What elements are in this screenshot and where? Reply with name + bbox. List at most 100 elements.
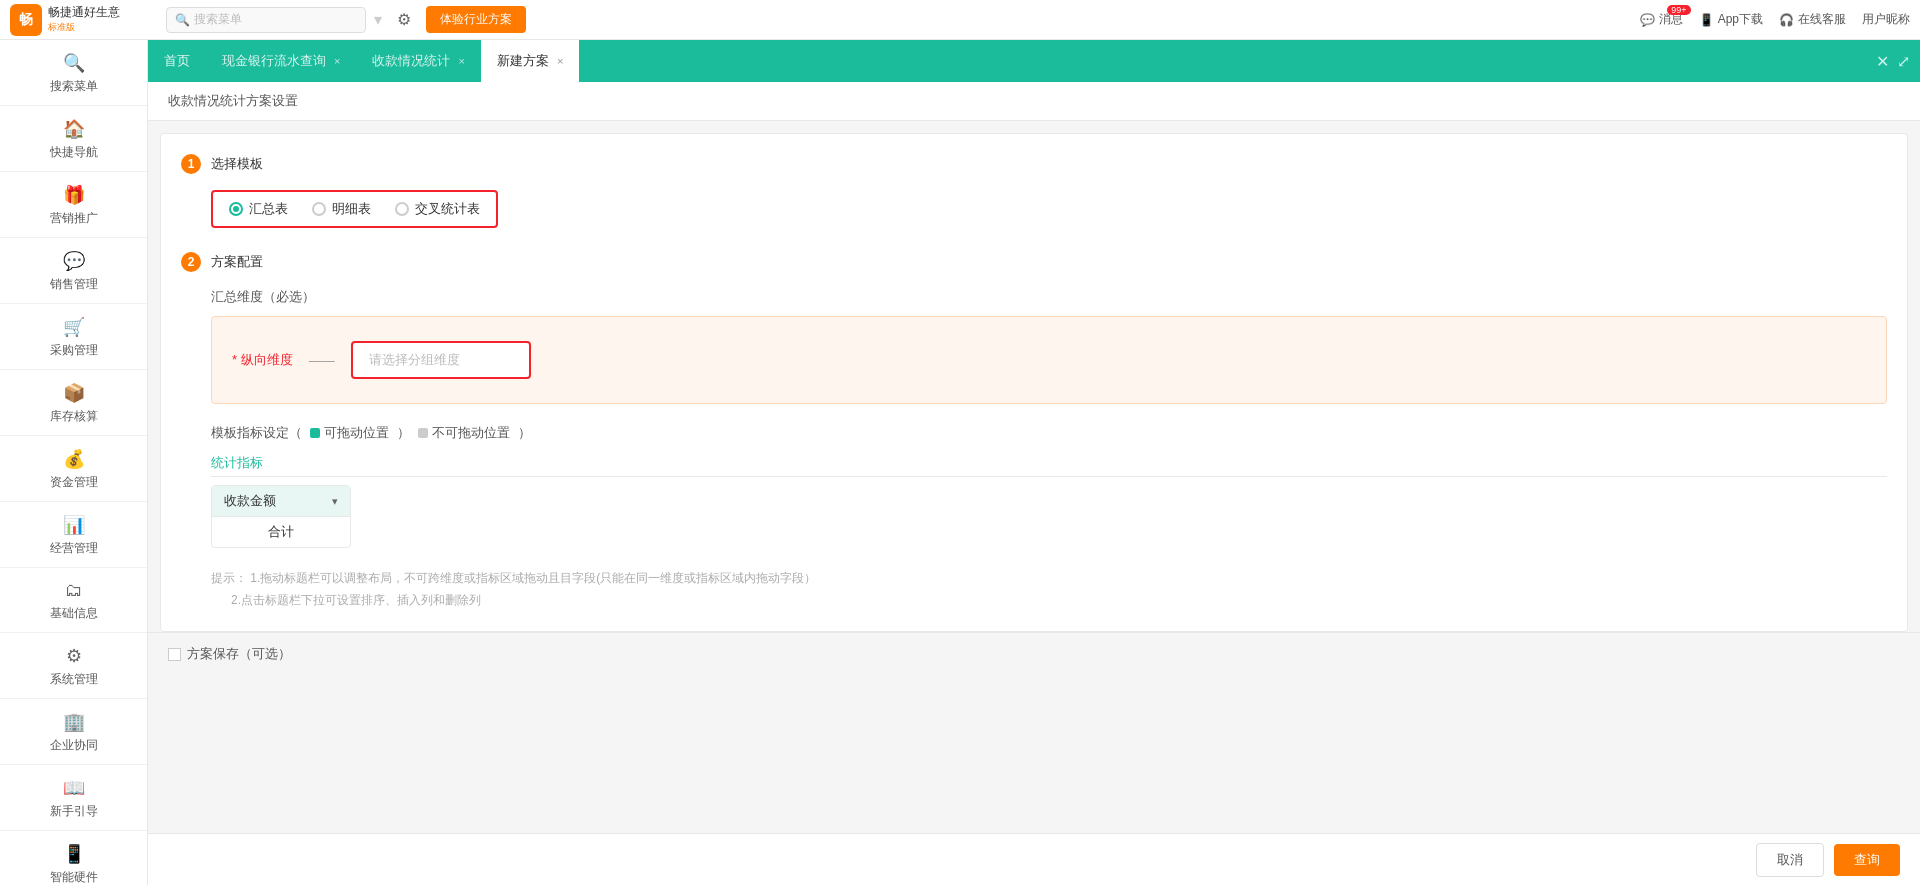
radio-cross-circle xyxy=(395,202,409,216)
sidebar-item-label: 采购管理 xyxy=(50,342,98,359)
indicator-section-label: 模板指标设定（ xyxy=(211,424,302,442)
bottom-bar: 取消 查询 xyxy=(148,833,1920,885)
gear-button[interactable]: ⚙ xyxy=(390,6,418,34)
message-icon: 💬 xyxy=(1640,13,1655,27)
sidebar-item-purchase[interactable]: 🛒 采购管理 xyxy=(0,304,147,370)
cart-icon: 🛒 xyxy=(63,316,85,338)
sidebar-item-label: 库存核算 xyxy=(50,408,98,425)
download-button[interactable]: 📱 App下载 xyxy=(1699,11,1763,28)
tab-bank-close[interactable]: × xyxy=(334,55,340,67)
sidebar: 🔍 搜索菜单 🏠 快捷导航 🎁 营销推广 💬 销售管理 🛒 采购管理 📦 库存核… xyxy=(0,40,148,885)
section2: 2 方案配置 汇总维度（必选） * 纵向维度 —— 请选择分组维度 xyxy=(181,252,1887,611)
sidebar-item-label: 资金管理 xyxy=(50,474,98,491)
indicator-header[interactable]: 收款金额 ▾ xyxy=(212,486,350,517)
sidebar-item-marketing[interactable]: 🎁 营销推广 xyxy=(0,172,147,238)
logo-edition: 标准版 xyxy=(48,21,120,34)
section1-header: 1 选择模板 xyxy=(181,154,1887,174)
draggable-dot xyxy=(310,428,320,438)
radio-summary-circle xyxy=(229,202,243,216)
message-button[interactable]: 💬 消息 99+ xyxy=(1640,11,1683,28)
cancel-button[interactable]: 取消 xyxy=(1756,843,1824,877)
dimension-group-label: 汇总维度（必选） xyxy=(211,288,1887,306)
section2-number: 2 xyxy=(181,252,201,272)
settings-container: 1 选择模板 汇总表 明细表 xyxy=(160,133,1908,632)
template-select-row: 汇总表 明细表 交叉统计表 xyxy=(211,190,498,228)
indicators-toggle: 模板指标设定（ 可拖动位置 ） 不可拖动位置 ） xyxy=(211,424,1887,442)
sidebar-item-label: 营销推广 xyxy=(50,210,98,227)
folder-icon: 🗂 xyxy=(65,580,83,601)
message-badge: 99+ xyxy=(1667,5,1690,15)
radio-summary-label: 汇总表 xyxy=(249,200,288,218)
tablet-icon: 📱 xyxy=(63,843,85,865)
search-placeholder: 搜索菜单 xyxy=(194,11,242,28)
sidebar-item-label: 新手引导 xyxy=(50,803,98,820)
sidebar-item-basics[interactable]: 🗂 基础信息 xyxy=(0,568,147,633)
sidebar-item-guide[interactable]: 📖 新手引导 xyxy=(0,765,147,831)
money-icon: 💰 xyxy=(63,448,85,470)
headset-icon: 🎧 xyxy=(1779,13,1794,27)
tab-bar-actions: ✕ ⤢ xyxy=(1866,52,1920,71)
save-checkbox[interactable] xyxy=(168,648,181,661)
non-draggable-label: 不可拖动位置 xyxy=(432,424,510,442)
search-bar[interactable]: 🔍 搜索菜单 xyxy=(166,7,366,33)
radio-summary[interactable]: 汇总表 xyxy=(229,200,288,218)
sidebar-item-label: 搜索菜单 xyxy=(50,78,98,95)
sidebar-item-hardware[interactable]: 📱 智能硬件 xyxy=(0,831,147,885)
tab-receipt[interactable]: 收款情况统计 × xyxy=(356,40,480,82)
search-dropdown-icon[interactable]: ▾ xyxy=(374,10,382,29)
section2-label: 方案配置 xyxy=(211,253,263,271)
sidebar-item-enterprise[interactable]: 🏢 企业协同 xyxy=(0,699,147,765)
sidebar-item-inventory[interactable]: 📦 库存核算 xyxy=(0,370,147,436)
trial-button[interactable]: 体验行业方案 xyxy=(426,6,526,33)
content-area: 首页 现金银行流水查询 × 收款情况统计 × 新建方案 × ✕ ⤢ 收款情况统计… xyxy=(148,40,1920,885)
draggable-option: 可拖动位置 xyxy=(310,424,389,442)
service-button[interactable]: 🎧 在线客服 xyxy=(1779,11,1846,28)
dimension-area: * 纵向维度 —— 请选择分组维度 xyxy=(211,316,1887,404)
indicator-chevron[interactable]: ▾ xyxy=(332,495,338,508)
sidebar-item-search[interactable]: 🔍 搜索菜单 xyxy=(0,40,147,106)
system-icon: ⚙ xyxy=(66,645,82,667)
sidebar-item-label: 经营管理 xyxy=(50,540,98,557)
indicator-subtotal: 合计 xyxy=(268,524,294,539)
sidebar-item-finance[interactable]: 💰 资金管理 xyxy=(0,436,147,502)
section2-header: 2 方案配置 xyxy=(181,252,1887,272)
non-draggable-option: 不可拖动位置 xyxy=(418,424,510,442)
non-draggable-dot xyxy=(418,428,428,438)
draggable-label: 可拖动位置 xyxy=(324,424,389,442)
chart-icon: 📊 xyxy=(63,514,85,536)
tab-new-plan[interactable]: 新建方案 × xyxy=(481,40,579,82)
section1-number: 1 xyxy=(181,154,201,174)
download-icon: 📱 xyxy=(1699,13,1714,27)
indicator-column-label: 收款金额 xyxy=(224,492,276,510)
sidebar-item-label: 企业协同 xyxy=(50,737,98,754)
query-button[interactable]: 查询 xyxy=(1834,844,1900,876)
dimension-row: * 纵向维度 —— 请选择分组维度 xyxy=(232,341,1866,379)
indicators-section: 模板指标设定（ 可拖动位置 ） 不可拖动位置 ） xyxy=(211,424,1887,548)
breadcrumb: 收款情况统计方案设置 xyxy=(148,82,1920,121)
sales-icon: 💬 xyxy=(63,250,85,272)
tab-bank[interactable]: 现金银行流水查询 × xyxy=(206,40,356,82)
tab-receipt-close[interactable]: × xyxy=(458,55,464,67)
dimension-selector[interactable]: 请选择分组维度 xyxy=(351,341,531,379)
section1-label: 选择模板 xyxy=(211,155,263,173)
sidebar-item-quick-nav[interactable]: 🏠 快捷导航 xyxy=(0,106,147,172)
tab-close-btn[interactable]: ✕ xyxy=(1876,52,1889,71)
sidebar-item-sales[interactable]: 💬 销售管理 xyxy=(0,238,147,304)
book-icon: 📖 xyxy=(63,777,85,799)
separator: ） xyxy=(397,424,410,442)
radio-detail-label: 明细表 xyxy=(332,200,371,218)
user-name[interactable]: 用户昵称 xyxy=(1862,11,1910,28)
tab-expand-btn[interactable]: ⤢ xyxy=(1897,52,1910,71)
tab-new-plan-close[interactable]: × xyxy=(557,55,563,67)
radio-detail-circle xyxy=(312,202,326,216)
sidebar-item-system[interactable]: ⚙ 系统管理 xyxy=(0,633,147,699)
sidebar-item-label: 基础信息 xyxy=(50,605,98,622)
indicators-label: 统计指标 xyxy=(211,454,1887,477)
save-option[interactable]: 方案保存（可选） xyxy=(168,645,1900,663)
logo-icon: 畅 xyxy=(10,4,42,36)
sidebar-item-operations[interactable]: 📊 经营管理 xyxy=(0,502,147,568)
tab-home[interactable]: 首页 xyxy=(148,40,206,82)
radio-cross[interactable]: 交叉统计表 xyxy=(395,200,480,218)
radio-detail[interactable]: 明细表 xyxy=(312,200,371,218)
sidebar-item-label: 销售管理 xyxy=(50,276,98,293)
